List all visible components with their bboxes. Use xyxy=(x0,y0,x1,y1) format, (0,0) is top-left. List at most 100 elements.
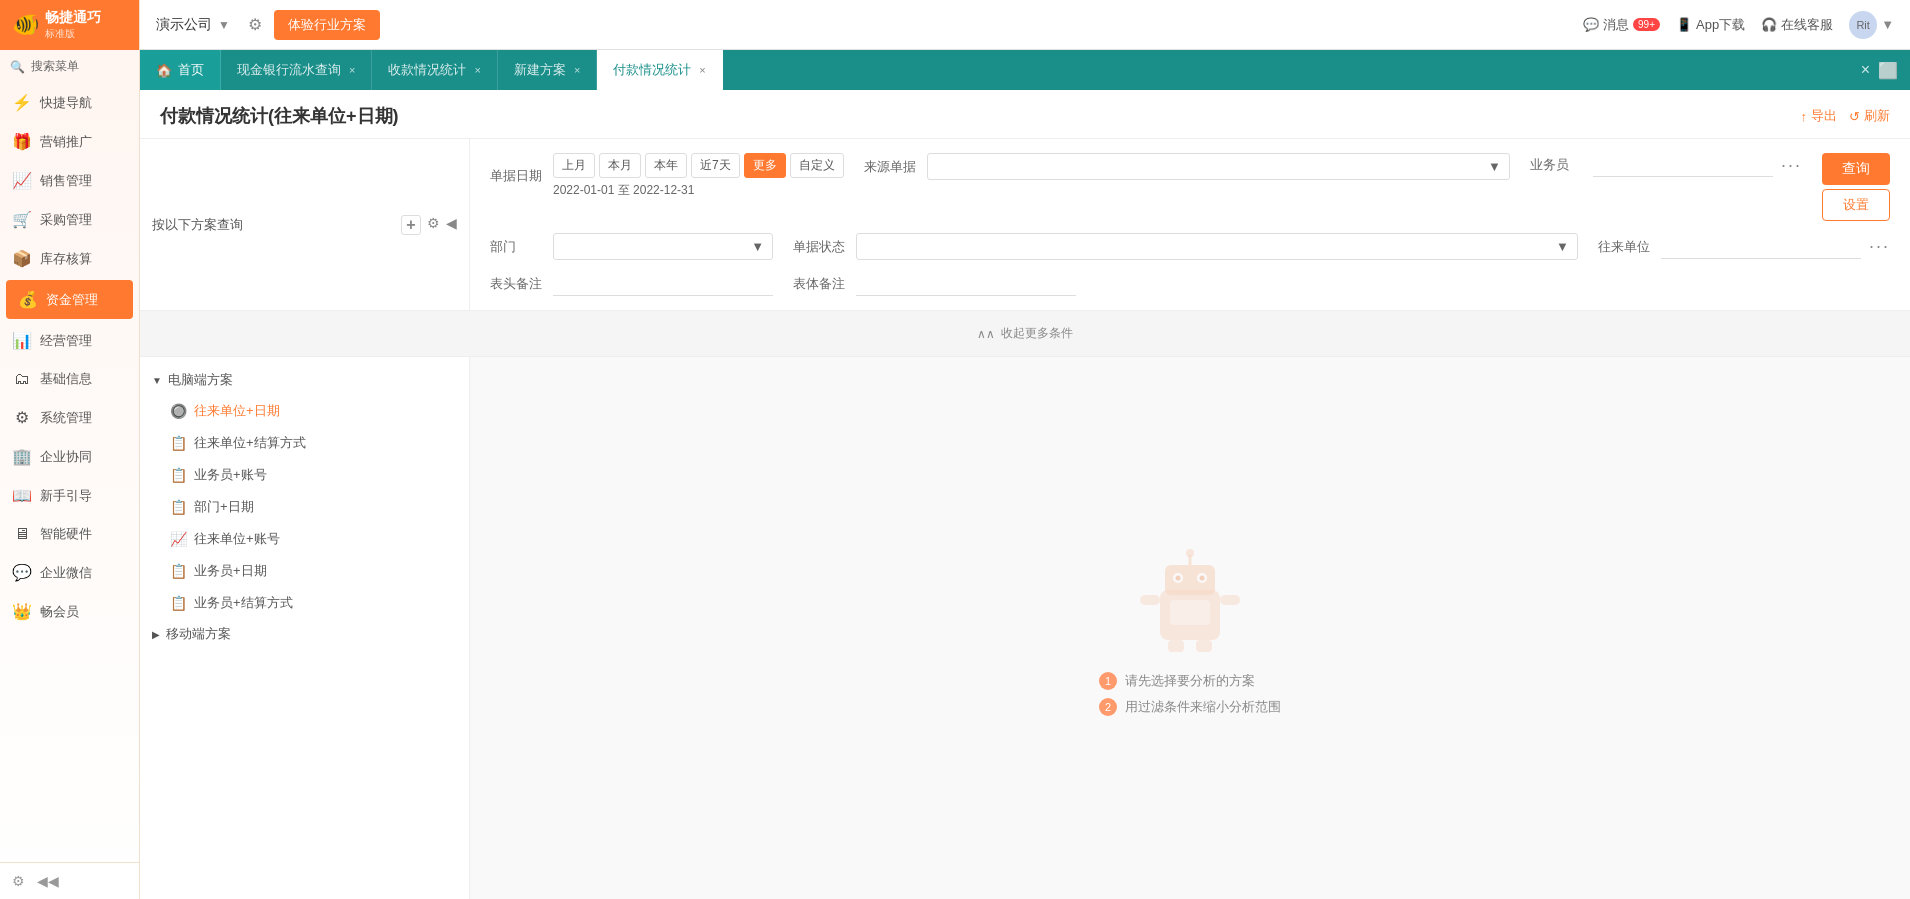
sidebar-settings-btn[interactable]: ⚙ xyxy=(12,873,25,889)
sidebar-label-fund: 资金管理 xyxy=(46,291,98,309)
sidebar-item-inventory[interactable]: 📦 库存核算 xyxy=(0,239,139,278)
tab-new-scheme[interactable]: 新建方案 × xyxy=(498,50,597,90)
date-custom[interactable]: 自定义 xyxy=(790,153,844,178)
export-btn[interactable]: ↑ 导出 xyxy=(1801,107,1838,125)
date-this-month[interactable]: 本月 xyxy=(599,153,641,178)
sidebar-item-operation[interactable]: 📊 经营管理 xyxy=(0,321,139,360)
scheme-item-dept-date[interactable]: 📋 部门+日期 xyxy=(140,491,469,523)
date-this-year[interactable]: 本年 xyxy=(645,153,687,178)
app-name: 畅捷通巧 xyxy=(45,9,101,27)
sidebar-item-member[interactable]: 👑 畅会员 xyxy=(0,592,139,631)
app-download-btn[interactable]: 📱 App下载 xyxy=(1676,16,1745,34)
scheme-label-counterpart-date: 往来单位+日期 xyxy=(194,402,280,420)
scheme-settings-btn[interactable]: ⚙ xyxy=(427,215,440,235)
sidebar-item-hardware[interactable]: 🖥 智能硬件 xyxy=(0,515,139,553)
tab-receipt-stats[interactable]: 收款情况统计 × xyxy=(372,50,497,90)
scheme-item-salesman-date[interactable]: 📋 业务员+日期 xyxy=(140,555,469,587)
scheme-icon-2: 📋 xyxy=(170,467,186,483)
company-selector[interactable]: 演示公司 ▼ xyxy=(156,16,230,34)
tab-cash-flow-close[interactable]: × xyxy=(349,64,355,76)
dept-select[interactable]: ▼ xyxy=(553,233,773,260)
doc-status-filter: 单据状态 ▼ xyxy=(793,233,1578,260)
collapse-label: 收起更多条件 xyxy=(1001,325,1073,342)
sidebar-item-purchase[interactable]: 🛒 采购管理 xyxy=(0,200,139,239)
date-more[interactable]: 更多 xyxy=(744,153,786,178)
collapse-more-btn[interactable]: ∧∧ 收起更多条件 xyxy=(140,317,1910,350)
sidebar-item-wechat[interactable]: 💬 企业微信 xyxy=(0,553,139,592)
doc-status-select[interactable]: ▼ xyxy=(856,233,1578,260)
sidebar-label-marketing: 营销推广 xyxy=(40,133,92,151)
filter-settings-btn[interactable]: 设置 xyxy=(1822,189,1890,221)
tab-receipt-stats-close[interactable]: × xyxy=(474,64,480,76)
sidebar-item-guide[interactable]: 📖 新手引导 xyxy=(0,476,139,515)
window-max-btn[interactable]: ⬜ xyxy=(1878,61,1898,80)
scheme-query-label: 按以下方案查询 xyxy=(152,216,243,234)
filter-controls: 单据日期 上月 本月 本年 近7天 更多 自定义 20 xyxy=(470,139,1910,310)
date-last-7-days[interactable]: 近7天 xyxy=(691,153,740,178)
body-note-input[interactable] xyxy=(856,272,1076,296)
counterpart-more-btn[interactable]: ··· xyxy=(1869,236,1890,257)
tab-new-scheme-close[interactable]: × xyxy=(574,64,580,76)
online-service-btn[interactable]: 🎧 在线客服 xyxy=(1761,16,1833,34)
query-action-btns: 查询 设置 xyxy=(1822,153,1890,221)
tab-cash-flow[interactable]: 现金银行流水查询 × xyxy=(221,50,372,90)
date-label: 单据日期 xyxy=(490,167,545,185)
search-menu[interactable]: 🔍 搜索菜单 xyxy=(0,50,139,83)
scheme-item-counterpart-settlement[interactable]: 📋 往来单位+结算方式 xyxy=(140,427,469,459)
sidebar-item-sales[interactable]: 📈 销售管理 xyxy=(0,161,139,200)
sidebar-item-enterprise[interactable]: 🏢 企业协同 xyxy=(0,437,139,476)
date-range-value: 2022-01-01 至 2022-12-31 xyxy=(553,182,844,199)
svg-point-4 xyxy=(1176,576,1181,581)
scheme-label-salesman-date: 业务员+日期 xyxy=(194,562,267,580)
step-1-num: 1 xyxy=(1099,672,1117,690)
source-doc-dropdown-icon: ▼ xyxy=(1488,159,1501,174)
scheme-collapse-btn[interactable]: ◀ xyxy=(446,215,457,235)
topbar-settings-icon[interactable]: ⚙ xyxy=(248,15,262,34)
topbar-right: 💬 消息 99+ 📱 App下载 🎧 在线客服 Rit ▼ xyxy=(1583,11,1894,39)
refresh-btn[interactable]: ↺ 刷新 xyxy=(1849,107,1890,125)
add-scheme-btn[interactable]: + xyxy=(401,215,421,235)
scheme-panel: ▼ 电脑端方案 🔘 往来单位+日期 📋 往来单位+结算方式 📋 业务员+账号 xyxy=(140,357,470,899)
trial-btn[interactable]: 体验行业方案 xyxy=(274,10,380,40)
message-label: 消息 xyxy=(1603,16,1629,34)
svg-rect-8 xyxy=(1140,595,1160,605)
desktop-category[interactable]: ▼ 电脑端方案 xyxy=(140,365,469,395)
salesman-input[interactable] xyxy=(1593,153,1773,177)
sidebar-collapse-btn[interactable]: ◀◀ xyxy=(37,873,59,889)
scheme-item-counterpart-date[interactable]: 🔘 往来单位+日期 xyxy=(140,395,469,427)
query-btn[interactable]: 查询 xyxy=(1822,153,1890,185)
scheme-active-icon: 🔘 xyxy=(170,403,186,419)
sidebar-label-guide: 新手引导 xyxy=(40,487,92,505)
refresh-label: 刷新 xyxy=(1864,107,1890,125)
sidebar-item-marketing[interactable]: 🎁 营销推广 xyxy=(0,122,139,161)
svg-rect-12 xyxy=(1170,600,1210,625)
message-btn[interactable]: 💬 消息 99+ xyxy=(1583,16,1660,34)
sidebar-item-quick-nav[interactable]: ⚡ 快捷导航 xyxy=(0,83,139,122)
counterpart-input[interactable] xyxy=(1661,235,1861,259)
tab-home[interactable]: 🏠 首页 xyxy=(140,50,221,90)
salesman-more-btn[interactable]: ··· xyxy=(1781,155,1802,176)
mobile-category[interactable]: ▶ 移动端方案 xyxy=(140,619,469,649)
svg-rect-1 xyxy=(1165,565,1215,595)
scheme-item-counterpart-account[interactable]: 📈 往来单位+账号 xyxy=(140,523,469,555)
sidebar-item-base[interactable]: 🗂 基础信息 xyxy=(0,360,139,398)
salesman-label: 业务员 xyxy=(1530,156,1585,174)
sidebar-item-fund[interactable]: 💰 资金管理 xyxy=(6,280,133,319)
content-area: 付款情况统计(往来单位+日期) ↑ 导出 ↺ 刷新 按以下方案查询 + xyxy=(140,90,1910,899)
window-close-btn[interactable]: × xyxy=(1861,61,1870,79)
date-last-month[interactable]: 上月 xyxy=(553,153,595,178)
main-area: 演示公司 ▼ ⚙ 体验行业方案 💬 消息 99+ 📱 App下载 🎧 在线客服 … xyxy=(140,0,1910,899)
tab-home-label: 首页 xyxy=(178,61,204,79)
fund-icon: 💰 xyxy=(18,290,38,309)
date-filter-group: 单据日期 上月 本月 本年 近7天 更多 自定义 20 xyxy=(490,153,844,199)
company-dropdown-icon: ▼ xyxy=(218,18,230,32)
scheme-item-salesman-account[interactable]: 📋 业务员+账号 xyxy=(140,459,469,491)
tab-payment-stats-close[interactable]: × xyxy=(699,64,705,76)
tab-payment-stats[interactable]: 付款情况统计 × xyxy=(597,50,722,90)
dept-dropdown-icon: ▼ xyxy=(751,239,764,254)
header-note-input[interactable] xyxy=(553,272,773,296)
user-profile[interactable]: Rit ▼ xyxy=(1849,11,1894,39)
scheme-item-salesman-settlement[interactable]: 📋 业务员+结算方式 xyxy=(140,587,469,619)
source-doc-select[interactable]: ▼ xyxy=(927,153,1510,180)
sidebar-item-system[interactable]: ⚙ 系统管理 xyxy=(0,398,139,437)
